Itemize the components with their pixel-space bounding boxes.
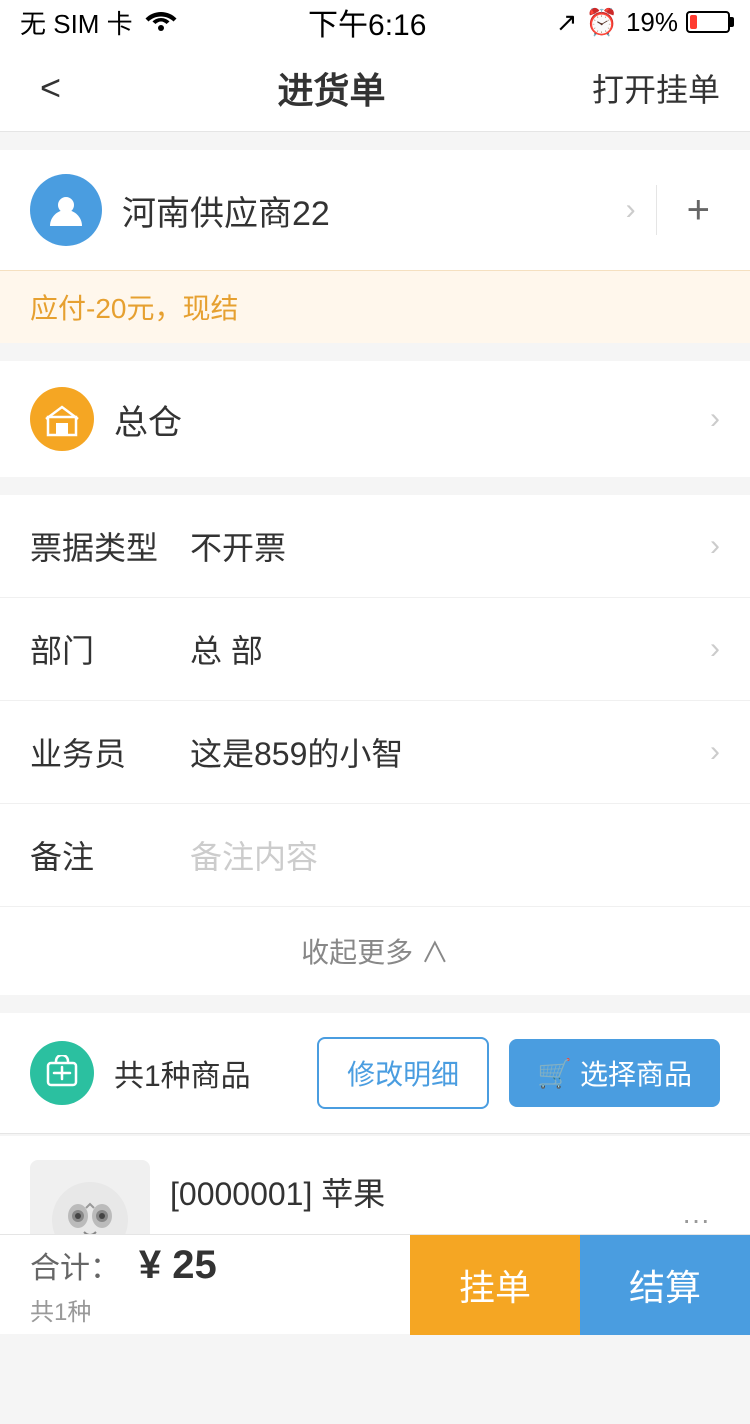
department-row[interactable]: 部门 总 部 › — [0, 597, 750, 700]
hang-order-button[interactable]: 挂单 — [410, 1235, 580, 1335]
divider-4 — [0, 995, 750, 1013]
invoice-type-value: 不开票 — [190, 523, 710, 569]
warehouse-chevron-icon: › — [710, 402, 720, 436]
salesperson-value: 这是859的小智 — [190, 729, 710, 775]
back-button[interactable]: < — [30, 57, 71, 119]
location-icon: ↗ — [556, 7, 578, 38]
invoice-type-row[interactable]: 票据类型 不开票 › — [0, 495, 750, 597]
notice-text: 应付-20元，现结 — [30, 293, 238, 324]
open-hang-button[interactable]: 打开挂单 — [592, 65, 720, 111]
alarm-icon: ⏰ — [586, 7, 618, 38]
product-count-text: 共1种商品 — [114, 1051, 297, 1095]
supplier-name: 河南供应商22 — [122, 186, 626, 235]
carrier-label: 无 SIM 卡 — [20, 4, 133, 41]
notice-row: 应付-20元，现结 — [0, 270, 750, 343]
supplier-row[interactable]: 河南供应商22 › + — [0, 150, 750, 270]
product-count-icon — [30, 1041, 94, 1105]
status-bar-left: 无 SIM 卡 — [20, 4, 179, 41]
supplier-chevron-icon: › — [626, 193, 636, 227]
form-section: 票据类型 不开票 › 部门 总 部 › 业务员 这是859的小智 › 备注 备注… — [0, 495, 750, 995]
salesperson-row[interactable]: 业务员 这是859的小智 › — [0, 700, 750, 803]
select-product-button[interactable]: 🛒 选择商品 — [509, 1039, 720, 1107]
battery-fill — [690, 15, 697, 29]
collapse-button[interactable]: 收起更多 ∧ — [0, 906, 750, 995]
total-section: 合计： ¥ 25 共1种 — [0, 1243, 410, 1327]
invoice-type-label: 票据类型 — [30, 523, 190, 569]
collapse-label: 收起更多 ∧ — [301, 931, 449, 971]
status-time: 下午6:16 — [308, 0, 426, 44]
product-code: [0000001] — [170, 1176, 312, 1212]
total-amount: ¥ 25 — [139, 1243, 217, 1287]
department-label: 部门 — [30, 626, 190, 672]
status-bar: 无 SIM 卡 下午6:16 ↗ ⏰ 19% — [0, 0, 750, 44]
checkout-button[interactable]: 结算 — [580, 1235, 750, 1335]
total-count: 共1种 — [30, 1292, 380, 1327]
edit-detail-button[interactable]: 修改明细 — [317, 1037, 489, 1109]
battery-icon — [686, 11, 730, 33]
battery-percent: 19% — [626, 7, 678, 38]
total-label: 合计： — [30, 1252, 120, 1285]
product-divider — [0, 1133, 750, 1134]
salesperson-label: 业务员 — [30, 729, 190, 775]
cart-icon: 🛒 — [537, 1057, 572, 1090]
status-bar-right: ↗ ⏰ 19% — [556, 7, 730, 38]
total-row: 合计： ¥ 25 — [30, 1243, 380, 1288]
warehouse-icon — [30, 387, 94, 451]
divider-1 — [0, 132, 750, 150]
supplier-avatar — [30, 174, 102, 246]
remark-input[interactable]: 备注内容 — [190, 832, 720, 878]
product-title: 苹果 — [321, 1176, 385, 1212]
nav-bar: < 进货单 打开挂单 — [0, 44, 750, 132]
supplier-divider — [656, 185, 657, 235]
bottom-bar: 合计： ¥ 25 共1种 挂单 结算 — [0, 1234, 750, 1334]
department-value: 总 部 — [190, 626, 710, 672]
divider-2 — [0, 343, 750, 361]
divider-3 — [0, 477, 750, 495]
remark-label: 备注 — [30, 832, 190, 878]
warehouse-row[interactable]: 总仓 › — [0, 361, 750, 477]
warehouse-name: 总仓 — [114, 395, 710, 444]
page-title: 进货单 — [278, 62, 386, 114]
product-name: [0000001] 苹果 — [170, 1169, 652, 1215]
product-header: 共1种商品 修改明细 🛒 选择商品 — [0, 1013, 750, 1133]
salesperson-chevron: › — [710, 735, 720, 769]
invoice-type-chevron: › — [710, 529, 720, 563]
department-chevron: › — [710, 632, 720, 666]
select-product-label: 选择商品 — [580, 1053, 692, 1093]
wifi-icon — [143, 6, 179, 39]
remark-row[interactable]: 备注 备注内容 — [0, 803, 750, 906]
supplier-add-button[interactable]: + — [677, 188, 720, 233]
